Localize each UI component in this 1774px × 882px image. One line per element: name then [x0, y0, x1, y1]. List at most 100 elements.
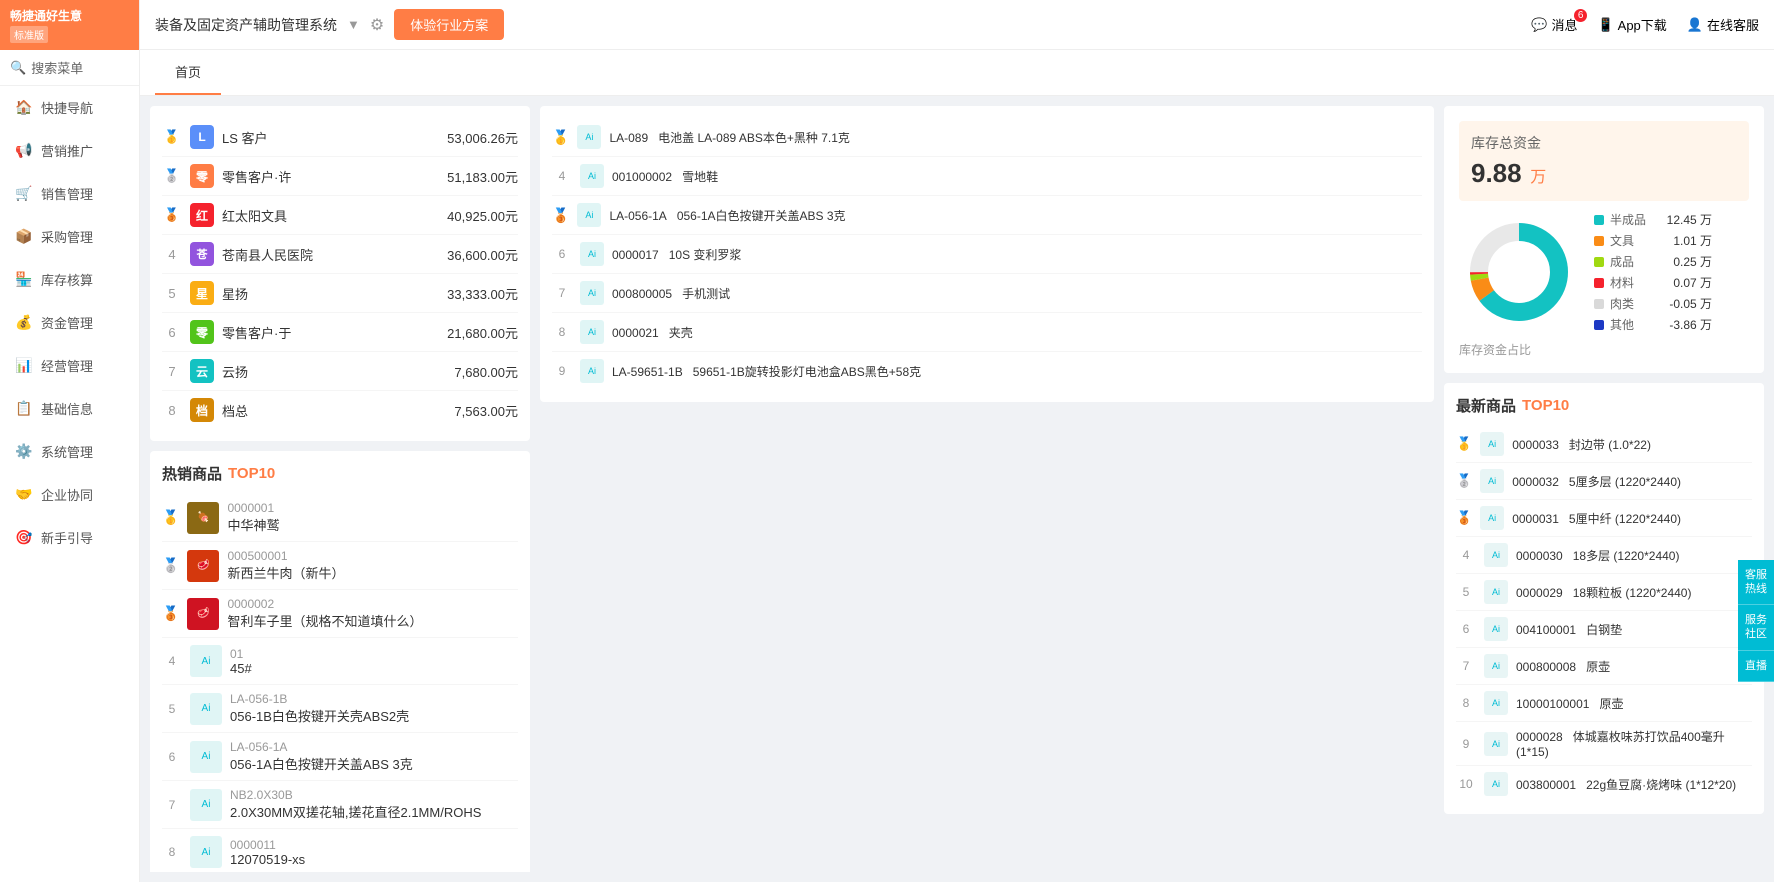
finance-label: 资金管理 [41, 313, 93, 332]
sidebar-item-sales[interactable]: 🛒 销售管理 [0, 172, 139, 215]
app-download-label: App下载 [1618, 15, 1667, 34]
sales-product-list: 🥇 Ai LA-089 电池盖 LA-089 ABS本色+黑种 7.1克 4 A… [552, 118, 1422, 390]
np-info: 10000100001 原壶 [1516, 695, 1752, 712]
sidebar-item-finance[interactable]: 💰 资金管理 [0, 301, 139, 344]
legend-dot [1594, 236, 1604, 246]
customer-avatar: 云 [190, 359, 214, 383]
np-icon: Ai [1484, 654, 1508, 678]
np-name: 白钢垫 [1586, 623, 1622, 637]
product-code: LA-59651-1B [612, 365, 683, 379]
float-btn-live[interactable]: 直播 [1738, 651, 1774, 682]
product-name: 12070519-xs [230, 852, 305, 867]
donut-svg [1459, 212, 1579, 332]
service-icon: 👤 [1687, 17, 1703, 33]
dropdown-icon[interactable]: ▼ [347, 17, 360, 32]
np-rank-5: 5 [1456, 585, 1476, 599]
legend-item-semifinished: 半成品 12.45 万 [1594, 211, 1712, 228]
product-name: 2.0X30MM双搓花轴,搓花直径2.1MM/ROHS [230, 802, 481, 821]
list-item: 🥇 🍖 0000001 中华神鹫 [162, 494, 518, 542]
hot-product-medal-2: 🥈 [162, 557, 179, 574]
table-row: 8 档 档总 7,563.00元 [162, 391, 518, 429]
rank-num-5: 5 [162, 286, 182, 301]
new-products-card: 最新商品 TOP10 🥇 Ai 0000033 封边带 (1.0*22) 🥈 A… [1444, 383, 1764, 814]
product-details: LA-056-1A 056-1A白色按键开关盖ABS 3克 [230, 740, 413, 773]
sales-medal-1: 🥇 [552, 129, 569, 146]
sidebar-item-marketing[interactable]: 📢 营销推广 [0, 129, 139, 172]
legend-dot [1594, 299, 1604, 309]
sidebar-item-purchase[interactable]: 📦 采购管理 [0, 215, 139, 258]
sidebar-item-quicknav[interactable]: 🏠 快捷导航 [0, 86, 139, 129]
np-info: 0000032 5厘多层 (1220*2440) [1512, 473, 1752, 490]
list-item: 9 Ai LA-59651-1B 59651-1B旋转投影灯电池盒ABS黑色+5… [552, 352, 1422, 390]
online-service-button[interactable]: 👤 在线客服 [1687, 15, 1759, 34]
np-code: 000800008 [1516, 660, 1576, 674]
float-btn-community[interactable]: 服务社区 [1738, 605, 1774, 651]
product-details: 000500001 新西兰牛肉（新牛） [227, 549, 344, 582]
topbar: 装备及固定资产辅助管理系统 ▼ ⚙ 体验行业方案 💬 消息 6 📱 App下载 … [140, 0, 1774, 50]
customer-avatar: 零 [190, 320, 214, 344]
customer-avatar: 红 [190, 203, 214, 227]
list-item: 🥇 Ai 0000033 封边带 (1.0*22) [1456, 426, 1752, 463]
legend-dot [1594, 257, 1604, 267]
system-label: 系统管理 [41, 442, 93, 461]
table-row: 🥈 零 零售客户·许 51,183.00元 [162, 157, 518, 196]
customer-rank-list: 🥇 L LS 客户 53,006.26元 🥈 零 零售客户·许 51,183.0… [162, 118, 518, 429]
np-code: 10000100001 [1516, 697, 1589, 711]
tab-home[interactable]: 首页 [155, 50, 221, 95]
sidebar-logo: 畅捷通好生意 标准版 [0, 0, 139, 50]
np-rank-10: 10 [1456, 777, 1476, 791]
sales-rank-6: 8 [552, 325, 572, 339]
basic-icon: 📋 [15, 400, 33, 418]
product-code: 0000017 [612, 248, 659, 262]
settings-icon[interactable]: ⚙ [370, 15, 384, 35]
app-download-button[interactable]: 📱 App下载 [1597, 15, 1666, 34]
product-info: LA-59651-1B 59651-1B旋转投影灯电池盒ABS黑色+58克 [612, 363, 1422, 380]
search-icon: 🔍 [10, 60, 26, 76]
notifications-button[interactable]: 💬 消息 6 [1531, 15, 1577, 34]
product-icon: Ai [190, 645, 222, 677]
customer-amount: 51,183.00元 [447, 167, 518, 186]
sidebar-item-basic[interactable]: 📋 基础信息 [0, 387, 139, 430]
hot-products-label: 热销商品 [162, 463, 222, 484]
inventory-label: 库存核算 [41, 270, 93, 289]
legend-value: -0.05 万 [1652, 295, 1712, 312]
sales-icon: 🛒 [15, 185, 33, 203]
product-code: LA-056-1A [609, 209, 666, 223]
np-name: 原壶 [1599, 697, 1623, 711]
table-row: 🥉 红 红太阳文具 40,925.00元 [162, 196, 518, 235]
product-name: 智利车子里（规格不知道填什么） [227, 611, 422, 630]
hot-products-card: 热销商品 TOP10 🥇 🍖 0000001 中华神鹫 🥈 🥩 00050000… [150, 451, 530, 872]
np-name: 原壶 [1586, 660, 1610, 674]
hot-rank-6: 6 [162, 750, 182, 764]
np-medal-1: 🥇 [1456, 436, 1472, 452]
sidebar-item-inventory[interactable]: 🏪 库存核算 [0, 258, 139, 301]
sidebar-item-guide[interactable]: 🎯 新手引导 [0, 516, 139, 559]
product-icon: Ai [580, 320, 604, 344]
list-item: 6 Ai 0000017 10S 变利罗浆 [552, 235, 1422, 274]
sidebar-item-operation[interactable]: 📊 经营管理 [0, 344, 139, 387]
product-code: 0000001 [227, 501, 279, 515]
np-code: 0000033 [1512, 438, 1559, 452]
sidebar-item-company[interactable]: 🤝 企业协同 [0, 473, 139, 516]
sidebar-item-system[interactable]: ⚙️ 系统管理 [0, 430, 139, 473]
inventory-card: 库存总资金 9.88 万 [1444, 106, 1764, 373]
product-code: 001000002 [612, 170, 672, 184]
trial-button[interactable]: 体验行业方案 [394, 9, 504, 40]
customer-name: 苍南县人民医院 [222, 245, 439, 264]
customer-avatar: 档 [190, 398, 214, 422]
customer-amount: 33,333.00元 [447, 284, 518, 303]
product-name: 59651-1B旋转投影灯电池盒ABS黑色+58克 [693, 365, 921, 379]
product-name: 10S 变利罗浆 [669, 248, 742, 262]
np-info: 0000033 封边带 (1.0*22) [1512, 436, 1752, 453]
np-icon: Ai [1480, 506, 1504, 530]
product-icon: Ai [190, 836, 222, 868]
marketing-icon: 📢 [15, 142, 33, 160]
hot-rank-8: 8 [162, 845, 182, 859]
search-menu[interactable]: 🔍 搜索菜单 [0, 50, 139, 86]
product-name: 056-1B白色按键开关壳ABS2壳 [230, 706, 409, 725]
np-name: 封边带 (1.0*22) [1569, 438, 1651, 452]
float-btn-service[interactable]: 客服热线 [1738, 560, 1774, 606]
list-item: 7 Ai 000800005 手机测试 [552, 274, 1422, 313]
np-rank-9: 9 [1456, 737, 1476, 751]
product-name: 056-1A白色按键开关盖ABS 3克 [230, 754, 413, 773]
